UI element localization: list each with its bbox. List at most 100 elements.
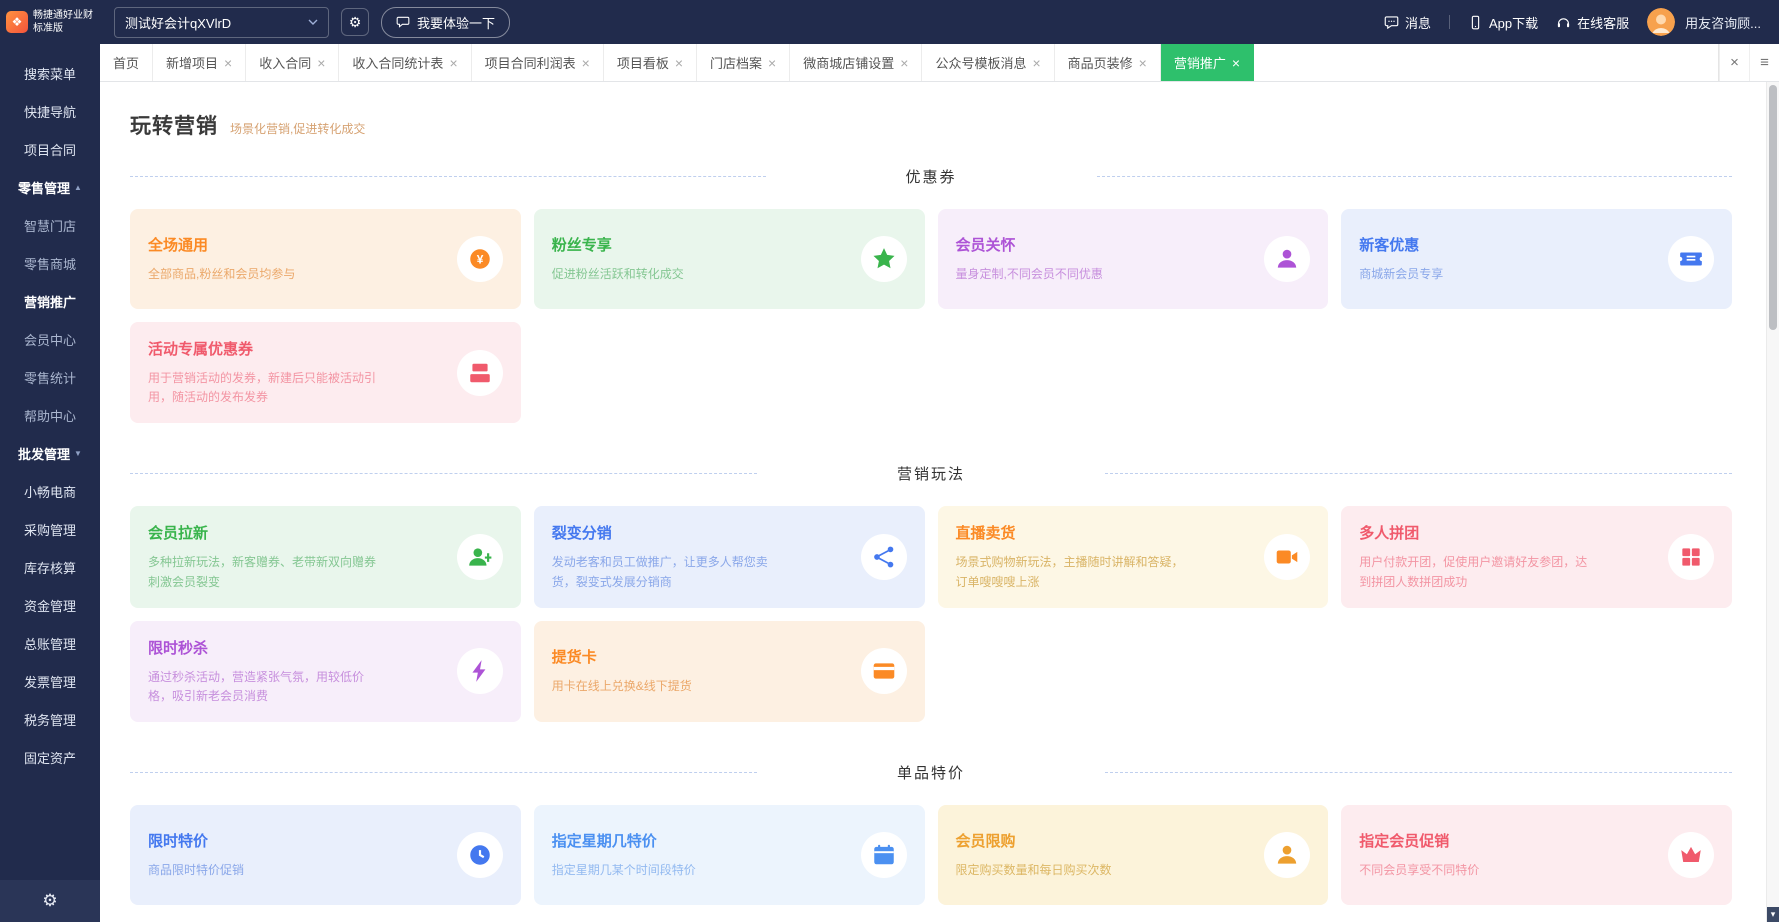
sidebar-item-xiaochang-ecommerce[interactable]: 小畅电商 xyxy=(0,472,100,510)
card-title: 限时秒杀 xyxy=(148,639,209,657)
app-download-button[interactable]: App下载 xyxy=(1468,13,1538,32)
sidebar-item-purchase-management[interactable]: 采购管理 xyxy=(0,510,100,548)
tab[interactable]: 收入合同 × xyxy=(246,44,340,81)
topbar-gear-button[interactable]: ⚙ xyxy=(341,8,369,36)
sidebar-item-quick-nav[interactable]: 快捷导航 xyxy=(0,92,100,130)
sidebar-item-search-menu[interactable]: 搜索菜单 xyxy=(0,54,100,92)
feature-card[interactable]: 限时特价 商品限时特价促销 xyxy=(130,805,521,906)
card-text: 多人拼团 用户付款开团，促使用户邀请好友参团，达到拼团人数拼团成功 xyxy=(1359,522,1668,591)
ticket-icon xyxy=(1668,236,1714,282)
card-text: 会员拉新 多种拉新玩法，新客赠券、老带新双向赠券刺激会员裂变 xyxy=(148,522,457,591)
feature-card[interactable]: 直播卖货 场景式购物新玩法，主播随时讲解和答疑，订单嗖嗖嗖上涨 xyxy=(937,506,1329,608)
feature-card[interactable]: 会员关怀 量身定制,不同会员不同优惠 xyxy=(937,209,1329,309)
sidebar-settings-gear-icon[interactable]: ⚙ xyxy=(0,880,100,922)
share-icon xyxy=(860,534,907,581)
card-description: 限定购买数量和每日购买次数 xyxy=(955,863,1112,878)
close-tab-icon[interactable]: × xyxy=(1232,56,1240,70)
feature-card[interactable]: 限时秒杀 通过秒杀活动，营造紧张气氛，用较低价格，吸引新老会员消费 xyxy=(130,620,521,723)
close-tab-icon[interactable]: × xyxy=(224,56,232,70)
close-tab-icon[interactable]: × xyxy=(317,56,325,70)
tab[interactable]: 微商城店铺设置 × xyxy=(790,44,923,81)
message-icon xyxy=(1384,15,1399,29)
feature-card[interactable]: 裂变分销 发动老客和员工做推广，让更多人帮您卖货，裂变式发展分销商 xyxy=(533,506,925,608)
content-inner: 玩转营销 场景化营销,促进转化成交 优惠券 全场通用 全部商品,粉丝和会员均参与… xyxy=(100,82,1766,922)
sidebar-item-smart-store[interactable]: 智慧门店 xyxy=(0,206,100,244)
content: 玩转营销 场景化营销,促进转化成交 优惠券 全场通用 全部商品,粉丝和会员均参与… xyxy=(100,82,1779,922)
close-tab-icon[interactable]: × xyxy=(582,56,590,70)
page-title: 玩转营销 xyxy=(130,115,218,138)
feature-card[interactable]: 多人拼团 用户付款开团，促使用户邀请好友参团，达到拼团人数拼团成功 xyxy=(1341,506,1732,608)
sidebar-item-label: 零售管理 xyxy=(18,180,71,196)
sidebar-item-help-center[interactable]: 帮助中心 xyxy=(0,396,100,434)
sidebar-item-label: 帮助中心 xyxy=(23,408,76,424)
avatar-image xyxy=(1647,8,1676,36)
tab[interactable]: 门店档案 × xyxy=(697,44,791,81)
divider xyxy=(130,176,766,177)
feature-card[interactable]: 全场通用 全部商品,粉丝和会员均参与 ¥ xyxy=(130,209,521,309)
member-icon xyxy=(1264,236,1311,282)
close-all-tabs-button[interactable]: × xyxy=(1719,44,1749,81)
topbar: 测试好会计qXVlrD ⚙ 我要体验一下 消息 App下载 在线客服 用友咨询顾… xyxy=(100,0,1779,44)
tab[interactable]: 营销推广 × xyxy=(1160,44,1255,81)
scrollbar-thumb[interactable] xyxy=(1769,85,1777,330)
feature-card[interactable]: 提货卡 用卡在线上兑换&线下提货 xyxy=(533,620,925,723)
sidebar-item-label: 智慧门店 xyxy=(23,218,76,234)
feature-card[interactable]: 会员限购 限定购买数量和每日购买次数 xyxy=(937,805,1329,906)
feature-card[interactable]: 活动专属优惠券 用于营销活动的发券，新建后只能被活动引用，随活动的发布发券 xyxy=(130,322,521,424)
sidebar-item-funds-management[interactable]: 资金管理 xyxy=(0,586,100,624)
close-tab-icon[interactable]: × xyxy=(1139,56,1147,70)
sidebar-item-fixed-assets[interactable]: 固定资产 xyxy=(0,738,100,776)
card-description: 用于营销活动的发券，新建后只能被活动引用，随活动的发布发券 xyxy=(148,371,377,405)
feature-card[interactable]: 指定星期几特价 指定星期几某个时间段特价 xyxy=(533,805,925,906)
tab[interactable]: 新增项目 × xyxy=(153,44,247,81)
messages-button[interactable]: 消息 xyxy=(1384,13,1431,32)
experience-button[interactable]: 我要体验一下 xyxy=(381,6,511,38)
divider xyxy=(1105,772,1733,774)
tab[interactable]: 首页 xyxy=(100,44,154,81)
online-service-button[interactable]: 在线客服 xyxy=(1556,13,1629,32)
close-tab-icon[interactable]: × xyxy=(675,56,683,70)
tab[interactable]: 商品页装修 × xyxy=(1055,44,1161,81)
card-title: 全场通用 xyxy=(148,236,209,254)
scroll-down-button[interactable]: ▾ xyxy=(1766,907,1779,922)
tab-menu-button[interactable]: ≡ xyxy=(1749,44,1779,81)
feature-card[interactable]: 指定会员促销 不同会员享受不同特价 xyxy=(1341,805,1732,906)
group-buy-icon xyxy=(1668,534,1714,581)
section-head: 单品特价 xyxy=(130,762,1733,783)
close-tab-icon[interactable]: × xyxy=(900,56,908,70)
section-head: 营销玩法 xyxy=(130,463,1733,484)
tab[interactable]: 收入合同统计表 × xyxy=(339,44,472,81)
sidebar-item-retail-management[interactable]: 零售管理 ▲ xyxy=(0,168,100,206)
sidebar-item-label: 总账管理 xyxy=(23,636,76,652)
card-text: 裂变分销 发动老客和员工做推广，让更多人帮您卖货，裂变式发展分销商 xyxy=(552,522,861,591)
close-tab-icon[interactable]: × xyxy=(449,56,457,70)
tab[interactable]: 公众号模板消息 × xyxy=(922,44,1055,81)
main-area: 测试好会计qXVlrD ⚙ 我要体验一下 消息 App下载 在线客服 用友咨询顾… xyxy=(100,0,1779,922)
card-text: 新客优惠 商城新会员专享 xyxy=(1359,234,1668,284)
page-head: 玩转营销 场景化营销,促进转化成交 xyxy=(130,96,1732,144)
sidebar-item-invoice-management[interactable]: 发票管理 xyxy=(0,662,100,700)
sidebar-item-tax-management[interactable]: 税务管理 xyxy=(0,700,100,738)
close-tab-icon[interactable]: × xyxy=(1032,56,1040,70)
sidebar-item-retail-mall[interactable]: 零售商城 xyxy=(0,244,100,282)
close-tab-icon[interactable]: × xyxy=(768,56,776,70)
feature-card[interactable]: 会员拉新 多种拉新玩法，新客赠券、老带新双向赠券刺激会员裂变 xyxy=(130,506,521,608)
sidebar-item-retail-stats[interactable]: 零售统计 xyxy=(0,358,100,396)
sidebar-item-wholesale-management[interactable]: 批发管理 ▼ xyxy=(0,434,100,472)
sidebar-item-label: 搜索菜单 xyxy=(23,66,76,82)
sidebar-item-member-center[interactable]: 会员中心 xyxy=(0,320,100,358)
sidebar-item-marketing-promotion[interactable]: 营销推广 xyxy=(0,282,100,320)
tab[interactable]: 项目看板 × xyxy=(604,44,698,81)
sidebar-item-general-ledger[interactable]: 总账管理 xyxy=(0,624,100,662)
card-description: 场景式购物新玩法，主播随时讲解和答疑，订单嗖嗖嗖上涨 xyxy=(955,555,1184,589)
feature-card[interactable]: 粉丝专享 促进粉丝活跃和转化成交 xyxy=(533,209,925,309)
avatar[interactable] xyxy=(1647,8,1676,36)
flash-icon xyxy=(456,648,503,695)
card-title: 新客优惠 xyxy=(1359,236,1420,254)
tab[interactable]: 项目合同利润表 × xyxy=(472,44,604,81)
company-select[interactable]: 测试好会计qXVlrD xyxy=(114,6,329,38)
sidebar-item-inventory-accounting[interactable]: 库存核算 xyxy=(0,548,100,586)
tab-label: 首页 xyxy=(113,56,140,71)
feature-card[interactable]: 新客优惠 商城新会员专享 xyxy=(1341,209,1732,309)
sidebar-item-project-contract[interactable]: 项目合同 xyxy=(0,130,100,168)
